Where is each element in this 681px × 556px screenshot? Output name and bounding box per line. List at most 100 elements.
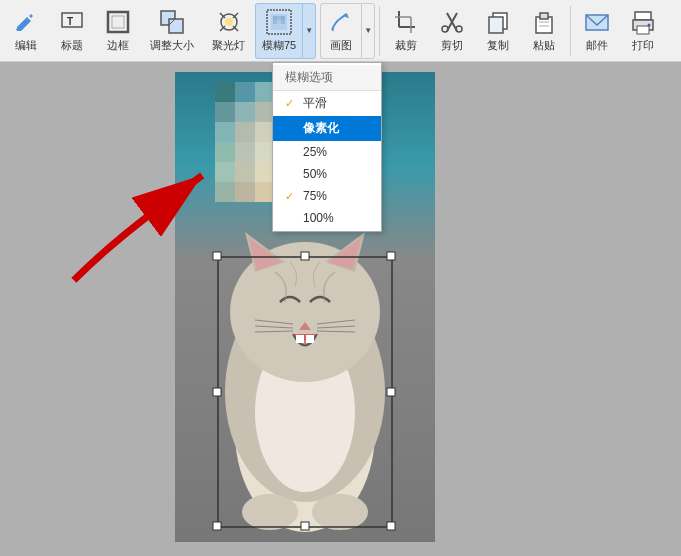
svg-rect-19 xyxy=(273,20,277,24)
mail-icon xyxy=(583,8,611,36)
svg-rect-18 xyxy=(281,16,285,20)
copy-icon xyxy=(484,8,512,36)
svg-rect-117 xyxy=(301,522,309,530)
svg-rect-20 xyxy=(277,20,281,24)
draw-dropdown-arrow[interactable]: ▼ xyxy=(361,3,375,59)
paste-icon xyxy=(530,8,558,36)
svg-rect-115 xyxy=(387,388,395,396)
paste-label: 粘贴 xyxy=(533,38,555,53)
svg-rect-113 xyxy=(387,252,395,260)
title-label: 标题 xyxy=(61,38,83,53)
svg-rect-112 xyxy=(301,252,309,260)
svg-rect-0 xyxy=(16,29,22,30)
toolbar-draw: 画图 ▼ xyxy=(320,3,375,59)
toolbar: 编辑 T 标题 边框 调整大小 xyxy=(0,0,681,62)
svg-rect-43 xyxy=(215,82,235,102)
svg-rect-59 xyxy=(215,122,235,142)
border-label: 边框 xyxy=(107,38,129,53)
svg-rect-76 xyxy=(235,162,255,182)
border-icon xyxy=(104,8,132,36)
svg-rect-16 xyxy=(273,16,277,20)
svg-rect-60 xyxy=(235,122,255,142)
svg-rect-4 xyxy=(112,16,124,28)
svg-rect-111 xyxy=(213,252,221,260)
toolbar-crop[interactable]: 裁剪 xyxy=(384,3,428,59)
resize-icon xyxy=(158,8,186,36)
resize-label: 调整大小 xyxy=(150,38,194,53)
toolbar-edit[interactable]: 编辑 xyxy=(4,3,48,59)
svg-rect-44 xyxy=(235,82,255,102)
dropdown-item-smooth[interactable]: ✓ 平滑 xyxy=(273,91,381,116)
svg-rect-6 xyxy=(169,19,183,33)
dropdown-item-50[interactable]: 50% xyxy=(273,163,381,185)
spotlight-icon xyxy=(215,8,243,36)
svg-point-108 xyxy=(242,494,298,530)
toolbar-cut[interactable]: 剪切 xyxy=(430,3,474,59)
svg-rect-52 xyxy=(235,102,255,122)
mail-label: 邮件 xyxy=(586,38,608,53)
cut-icon xyxy=(438,8,466,36)
crop-icon xyxy=(392,8,420,36)
svg-rect-67 xyxy=(215,142,235,162)
blur-button[interactable]: 模糊75 xyxy=(255,3,302,59)
svg-rect-21 xyxy=(281,20,285,24)
svg-rect-84 xyxy=(235,182,255,202)
separator-2 xyxy=(570,6,571,56)
toolbar-spotlight[interactable]: 聚光灯 xyxy=(204,3,253,59)
svg-rect-33 xyxy=(540,13,548,19)
check-50 xyxy=(285,168,299,180)
svg-rect-68 xyxy=(235,142,255,162)
blur-dropdown-arrow[interactable]: ▼ xyxy=(302,3,316,59)
dropdown-item-100[interactable]: 100% xyxy=(273,207,381,229)
blur-icon xyxy=(265,8,293,36)
toolbar-paste[interactable]: 粘贴 xyxy=(522,3,566,59)
svg-rect-118 xyxy=(387,522,395,530)
toolbar-resize[interactable]: 调整大小 xyxy=(142,3,202,59)
svg-rect-83 xyxy=(215,182,235,202)
check-25 xyxy=(285,146,299,158)
svg-rect-100 xyxy=(296,335,304,343)
print-label: 打印 xyxy=(632,38,654,53)
svg-rect-101 xyxy=(306,335,314,343)
crop-label: 裁剪 xyxy=(395,38,417,53)
svg-rect-37 xyxy=(635,12,651,20)
check-100 xyxy=(285,212,299,224)
blur-label: 模糊75 xyxy=(262,38,296,53)
svg-point-94 xyxy=(230,242,380,382)
edit-label: 编辑 xyxy=(15,38,37,53)
svg-point-9 xyxy=(225,18,233,26)
separator-1 xyxy=(379,6,380,56)
svg-rect-39 xyxy=(637,26,649,34)
toolbar-title[interactable]: T 标题 xyxy=(50,3,94,59)
svg-rect-17 xyxy=(277,16,281,20)
svg-rect-31 xyxy=(489,17,503,33)
svg-rect-114 xyxy=(213,388,221,396)
toolbar-print[interactable]: 打印 xyxy=(621,3,665,59)
dropdown-item-25[interactable]: 25% xyxy=(273,141,381,163)
dropdown-item-75[interactable]: ✓ 75% xyxy=(273,185,381,207)
check-75: ✓ xyxy=(285,190,299,203)
print-icon xyxy=(629,8,657,36)
edit-icon xyxy=(12,8,40,36)
dropdown-item-pixelate[interactable]: 像素化 xyxy=(273,116,381,141)
toolbar-mail[interactable]: 邮件 xyxy=(575,3,619,59)
check-smooth: ✓ xyxy=(285,97,299,110)
copy-label: 复制 xyxy=(487,38,509,53)
title-icon: T xyxy=(58,8,86,36)
check-pixelate xyxy=(285,123,299,135)
draw-icon xyxy=(327,8,355,36)
svg-rect-51 xyxy=(215,102,235,122)
cut-label: 剪切 xyxy=(441,38,463,53)
svg-rect-116 xyxy=(213,522,221,530)
spotlight-label: 聚光灯 xyxy=(212,38,245,53)
draw-button[interactable]: 画图 xyxy=(320,3,361,59)
svg-point-109 xyxy=(312,494,368,530)
toolbar-border[interactable]: 边框 xyxy=(96,3,140,59)
draw-label: 画图 xyxy=(330,38,352,53)
svg-text:T: T xyxy=(67,16,73,27)
toolbar-copy[interactable]: 复制 xyxy=(476,3,520,59)
svg-rect-75 xyxy=(215,162,235,182)
blur-dropdown-menu: 模糊选项 ✓ 平滑 像素化 25% 50% ✓ 75% 1 xyxy=(272,62,382,232)
svg-point-40 xyxy=(648,24,651,27)
toolbar-blur: 模糊75 ▼ xyxy=(255,3,316,59)
